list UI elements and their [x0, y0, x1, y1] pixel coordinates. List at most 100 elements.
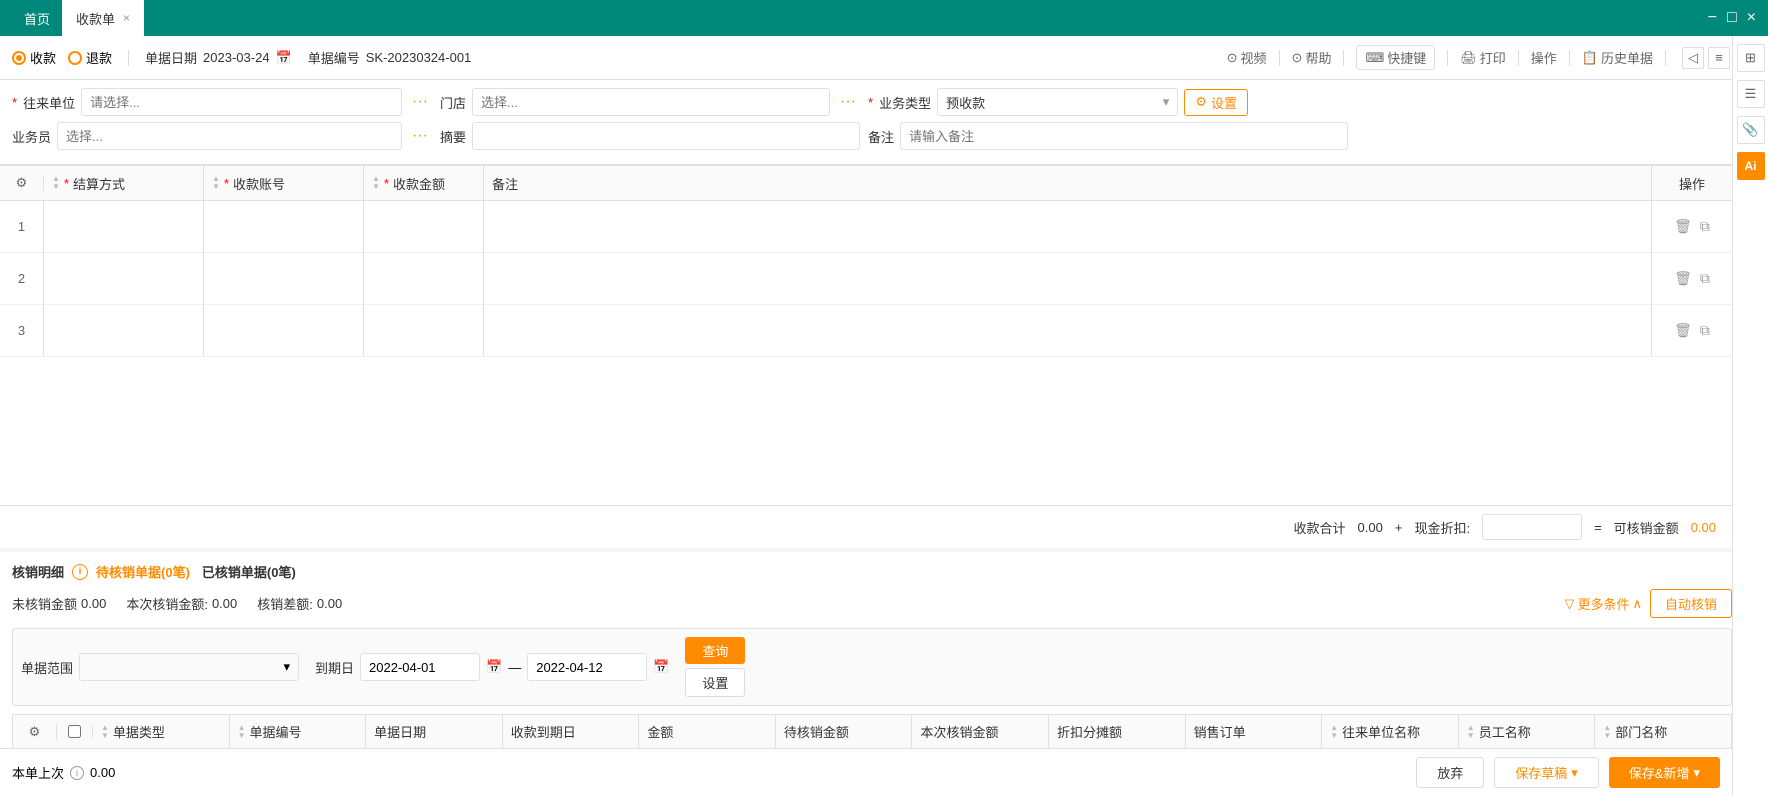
info-icon[interactable]: i	[72, 564, 88, 580]
history-btn[interactable]: 📋 历史单据	[1582, 48, 1653, 67]
print-icon: 🖨	[1460, 50, 1477, 66]
bth-due: 收款到期日	[503, 715, 640, 748]
sep2	[1279, 50, 1280, 66]
row-3-copy-icon[interactable]: ⧉	[1700, 322, 1710, 339]
date-to-input[interactable]	[527, 653, 647, 681]
store-input[interactable]	[472, 88, 830, 116]
prev-icon[interactable]: ◁	[1682, 47, 1704, 69]
more-conditions-btn[interactable]: ▽ 更多条件 ∧	[1564, 594, 1642, 613]
settings-btn[interactable]: ⚙ 设置	[1184, 89, 1248, 116]
sort-cp[interactable]: ▲▼	[1330, 724, 1338, 740]
sort-number[interactable]: ▲▼	[238, 724, 246, 740]
sort-account[interactable]: ▲▼	[212, 175, 220, 191]
recon-settings-btn[interactable]: 设置	[685, 668, 745, 697]
store-more-btn[interactable]: ···	[836, 93, 860, 111]
sort-type[interactable]: ▲▼	[101, 724, 109, 740]
bth-amount: 金额	[639, 715, 776, 748]
sort-settlement[interactable]: ▲▼	[52, 175, 60, 191]
staff-more-btn[interactable]: ···	[408, 127, 432, 145]
bth-discount: 折扣分摊额	[1049, 715, 1186, 748]
sidebar-list-icon[interactable]: ☰	[1737, 80, 1765, 108]
print-btn[interactable]: 🖨 打印	[1460, 48, 1506, 67]
row-2-delete-icon[interactable]: 🗑	[1674, 270, 1692, 287]
th-action-label: 操作	[1679, 174, 1705, 193]
number-field: 单据编号 SK-20230324-001	[308, 48, 472, 67]
business-type-dropdown[interactable]: 预收款 ▾	[937, 88, 1178, 116]
date-from-input[interactable]	[360, 653, 480, 681]
tab-links: 待核销单据(0笔) 已核销单据(0笔)	[96, 562, 296, 581]
bottom-table-settings[interactable]: ⚙	[13, 724, 57, 740]
row-3-delete-icon[interactable]: 🗑	[1674, 322, 1692, 339]
bth-dept: ▲▼ 部门名称	[1595, 715, 1731, 748]
row-2-amount[interactable]	[364, 253, 484, 304]
tab-close-btn[interactable]: ×	[123, 11, 130, 25]
discard-btn[interactable]: 放弃	[1416, 757, 1484, 788]
row-1-remark[interactable]	[484, 201, 1652, 252]
save-draft-btn[interactable]: 保存草稿 ▾	[1494, 757, 1599, 788]
business-type-field: * 业务类型 预收款 ▾ ⚙ 设置	[868, 88, 1248, 116]
list-view-icon[interactable]: ≡	[1708, 47, 1730, 69]
query-btn[interactable]: 查询	[685, 637, 745, 664]
ai-label: Ai	[1745, 159, 1757, 173]
sidebar-table-icon[interactable]: ⊞	[1737, 44, 1765, 72]
select-all-checkbox[interactable]	[68, 725, 81, 738]
th-settlement-label: 结算方式	[73, 174, 125, 193]
th-remark-label: 备注	[492, 174, 518, 193]
auto-reconcile-btn[interactable]: 自动核销	[1650, 589, 1732, 618]
close-window-btn[interactable]: ×	[1747, 9, 1756, 27]
chevron-down-icon: ▾	[1163, 94, 1170, 110]
counterparty-more-btn[interactable]: ···	[408, 93, 432, 111]
operation-btn[interactable]: 操作	[1531, 48, 1557, 67]
help-btn[interactable]: ⊙ 帮助	[1292, 48, 1332, 67]
bth-pending-label: 待核销金额	[784, 722, 849, 741]
home-tab[interactable]: 首页	[12, 9, 62, 28]
sidebar-clip-icon[interactable]: 📎	[1737, 116, 1765, 144]
row-3-amount[interactable]	[364, 305, 484, 356]
sort-staff[interactable]: ▲▼	[1467, 724, 1475, 740]
row-1-delete-icon[interactable]: 🗑	[1674, 218, 1692, 235]
pending-tab[interactable]: 待核销单据(0笔)	[96, 562, 190, 581]
radio-refund[interactable]: 退款	[68, 48, 112, 67]
active-tab[interactable]: 收款单 ×	[62, 0, 144, 36]
video-btn[interactable]: ⊙ 视频	[1227, 48, 1267, 67]
calendar-icon[interactable]: 📅	[276, 50, 292, 66]
table-settings-btn[interactable]: ⚙	[0, 175, 44, 191]
bottom-table-check[interactable]	[57, 725, 93, 738]
discount-input[interactable]	[1482, 514, 1582, 540]
radio-collection[interactable]: 收款	[12, 48, 56, 67]
th-remark: 备注	[484, 166, 1652, 200]
range-dropdown[interactable]: ▾	[79, 653, 299, 681]
keyboard-btn[interactable]: ⌨ 快捷键	[1356, 45, 1435, 70]
footer-right: 放弃 保存草稿 ▾ 保存&新增 ▾	[1416, 757, 1720, 788]
row-2-account[interactable]	[204, 253, 364, 304]
row-2-remark[interactable]	[484, 253, 1652, 304]
note-label: 备注	[868, 127, 894, 146]
prev-label: 本单上次	[12, 763, 64, 782]
summary-input[interactable]	[472, 122, 860, 150]
note-input[interactable]	[900, 122, 1348, 150]
sort-dept[interactable]: ▲▼	[1603, 724, 1611, 740]
history-label: 历史单据	[1601, 48, 1653, 67]
row-1-settlement[interactable]	[44, 201, 204, 252]
row-2-settlement[interactable]	[44, 253, 204, 304]
radio-refund-dot	[68, 51, 82, 65]
sort-amount[interactable]: ▲▼	[372, 175, 380, 191]
info-icon-small[interactable]: i	[70, 766, 84, 780]
staff-input[interactable]	[57, 122, 402, 150]
row-1-account[interactable]	[204, 201, 364, 252]
row-3-account[interactable]	[204, 305, 364, 356]
calendar-from-icon[interactable]: 📅	[486, 659, 502, 675]
save-new-btn[interactable]: 保存&新增 ▾	[1609, 757, 1720, 788]
max-btn[interactable]: □	[1727, 9, 1737, 27]
done-tab[interactable]: 已核销单据(0笔)	[202, 562, 296, 581]
sidebar-screenshot-icon[interactable]: Ai	[1737, 152, 1765, 180]
row-1-copy-icon[interactable]: ⧉	[1700, 218, 1710, 235]
row-3-remark[interactable]	[484, 305, 1652, 356]
row-3-settlement[interactable]	[44, 305, 204, 356]
row-1-num: 1	[0, 201, 44, 252]
calendar-to-icon[interactable]: 📅	[653, 659, 669, 675]
counterparty-input[interactable]	[81, 88, 402, 116]
row-1-amount[interactable]	[364, 201, 484, 252]
row-2-copy-icon[interactable]: ⧉	[1700, 270, 1710, 287]
min-btn[interactable]: −	[1708, 9, 1717, 27]
